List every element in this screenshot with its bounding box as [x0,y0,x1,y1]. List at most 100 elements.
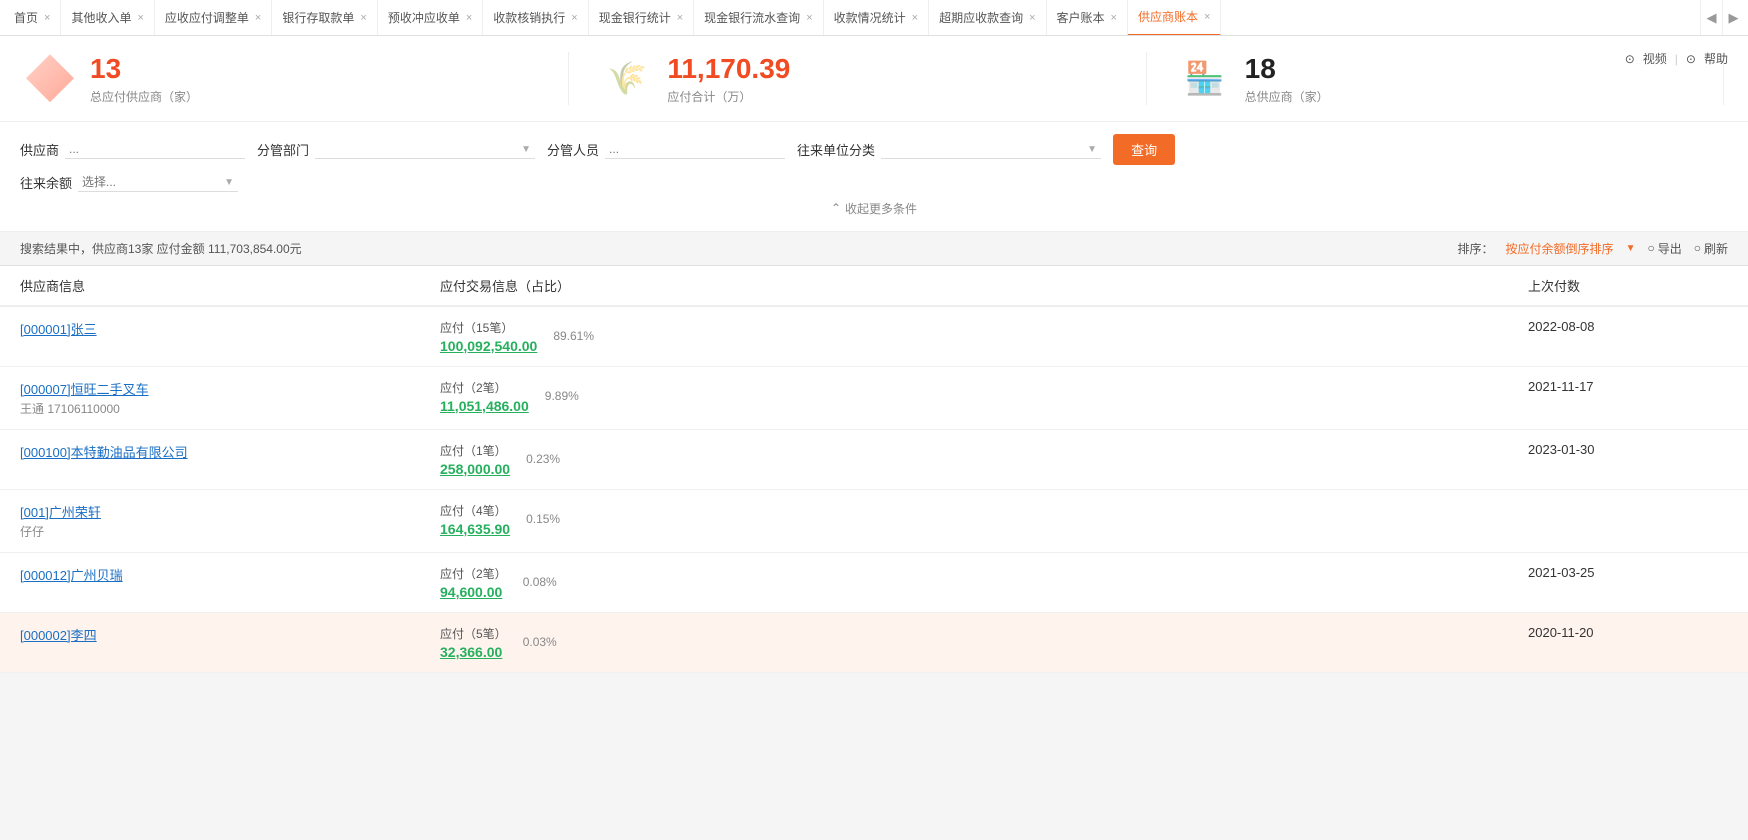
supplier-link-5[interactable]: [000002]李四 [20,628,97,643]
supplier-link-4[interactable]: [000012]广州贝瑞 [20,568,123,583]
refresh-icon: ○ [1694,241,1701,255]
top-right-links: ⊙ 视频 | ⊙ 帮助 [1625,50,1728,67]
col-header-lastpay: 上次付数 [1528,276,1728,295]
query-button[interactable]: 查询 [1113,134,1175,165]
lastpay-cell-0: 2022-08-08 [1528,319,1728,334]
dept-select-wrap: ▼ [315,140,535,159]
sort-chevron-down-icon[interactable]: ▼ [1626,243,1636,254]
summary-card-payable-suppliers: 13 总应付供应商（家） [24,52,569,105]
export-button[interactable]: ○ 导出 [1647,240,1681,257]
table-row: [000002]李四应付（5笔）32,366.000.03%2020-11-20 [0,613,1748,673]
lastpay-cell-1: 2021-11-17 [1528,379,1728,394]
help-icon: ⊙ [1686,52,1696,66]
total-suppliers-label: 总供应商（家） [1245,88,1329,105]
table-row: [000001]张三应付（15笔）100,092,540.0089.61%202… [0,307,1748,367]
nav-right-arrow[interactable]: ▶ [1722,0,1744,36]
nav-tab-cash-bank-stat[interactable]: 现金银行统计× [589,0,694,36]
export-icon: ○ [1647,241,1654,255]
payable-amount-5[interactable]: 32,366.00 [440,644,507,660]
divider: | [1675,52,1678,66]
grain-icon: 🌾 [601,52,653,104]
video-link[interactable]: 视频 [1643,50,1667,67]
tab-close-customer-book[interactable]: × [1111,12,1117,24]
payable-amount-2[interactable]: 258,000.00 [440,461,510,477]
tab-close-ar-ap-adjust[interactable]: × [255,12,261,24]
payable-label-1: 应付（2笔） [440,379,529,396]
supplier-cell-0: [000001]张三 [20,319,440,338]
nav-tab-overdue-ar[interactable]: 超期应收款查询× [929,0,1046,36]
payable-cell-5: 应付（5笔）32,366.000.03% [440,625,1528,660]
nav-tab-receipt-verify[interactable]: 收款核销执行× [483,0,588,36]
nav-tab-bank-deposit[interactable]: 银行存取款单× [272,0,377,36]
tab-close-prepay-offset[interactable]: × [466,12,472,24]
supplier-link-1[interactable]: [000007]恒旺二手叉车 [20,382,149,397]
nav-tab-home[interactable]: 首页× [4,0,61,36]
video-icon: ⊙ [1625,52,1635,66]
supplier-filter-input[interactable] [65,140,245,159]
col-header-supplier: 供应商信息 [20,276,440,295]
balance-select-wrap: ▼ [78,173,238,192]
lastpay-date-2: 2023-01-30 [1528,442,1595,457]
summary-card-total-payable: 🌾 11,170.39 应付合计（万） [569,52,1146,105]
category-filter-input[interactable] [881,140,1101,159]
summary-info-total-payable: 11,170.39 应付合计（万） [667,52,790,105]
summary-info-total-suppliers: 18 总供应商（家） [1245,52,1329,105]
supplier-link-3[interactable]: [001]广州荣轩 [20,505,101,520]
person-filter-input[interactable] [605,140,785,159]
lastpay-cell-5: 2020-11-20 [1528,625,1728,640]
tab-close-cash-bank-query[interactable]: × [806,12,812,24]
filter-dept: 分管部门 ▼ [257,140,535,159]
supplier-cell-4: [000012]广州贝瑞 [20,565,440,584]
tab-close-home[interactable]: × [44,12,50,24]
payable-cell-4: 应付（2笔）94,600.000.08% [440,565,1528,600]
help-link[interactable]: 帮助 [1704,50,1728,67]
result-bar-right: 排序： 按应付余额倒序排序 ▼ ○ 导出 ○ 刷新 [1458,240,1728,257]
payable-pct-2: 0.23% [526,452,560,466]
nav-tab-ar-ap-adjust[interactable]: 应收应付调整单× [155,0,272,36]
payable-amount-0[interactable]: 100,092,540.00 [440,338,537,354]
refresh-button[interactable]: ○ 刷新 [1694,240,1728,257]
filter-area: 供应商 分管部门 ▼ 分管人员 往来单位分类 ▼ 查询 往来余额 [0,122,1748,232]
total-payable-label: 应付合计（万） [667,88,790,105]
diamond-icon [24,52,76,104]
result-bar: 搜索结果中，供应商13家 应付金额 111,703,854.00元 排序： 按应… [0,232,1748,266]
result-text: 搜索结果中，供应商13家 应付金额 111,703,854.00元 [20,240,302,257]
payable-cell-2: 应付（1笔） 258,000.00 0.23% [440,442,1528,477]
tab-close-receipt-stat[interactable]: × [912,12,918,24]
nav-left-arrow[interactable]: ◀ [1700,0,1722,36]
payable-pct-4: 0.08% [523,575,557,589]
table-body: [000001]张三应付（15笔）100,092,540.0089.61%202… [0,307,1748,673]
filter-category: 往来单位分类 ▼ [797,140,1101,159]
tab-close-receipt-verify[interactable]: × [571,12,577,24]
nav-tab-prepay-offset[interactable]: 预收冲应收单× [378,0,483,36]
tab-close-supplier-book[interactable]: × [1204,11,1210,23]
payable-label-5: 应付（5笔） [440,625,507,642]
payable-amount-4[interactable]: 94,600.00 [440,584,507,600]
filter-supplier: 供应商 [20,140,245,159]
tab-close-other-income[interactable]: × [137,12,143,24]
payable-label-2: 应付（1笔） [440,442,510,459]
payable-info-3: 应付（4笔）164,635.90 [440,502,510,537]
payable-amount-1[interactable]: 11,051,486.00 [440,398,529,414]
nav-tab-cash-bank-query[interactable]: 现金银行流水查询× [694,0,823,36]
nav-tab-customer-book[interactable]: 客户账本× [1047,0,1128,36]
supplier-sub-3: 仔仔 [20,523,440,540]
balance-filter-input[interactable] [78,173,238,192]
dept-filter-input[interactable] [315,140,535,159]
payable-pct-1: 9.89% [545,389,579,403]
supplier-link-2[interactable]: [000100]本特勤油品有限公司 [20,445,188,460]
tab-close-cash-bank-stat[interactable]: × [677,12,683,24]
tab-close-overdue-ar[interactable]: × [1029,12,1035,24]
nav-tab-supplier-book[interactable]: 供应商账本× [1128,0,1221,36]
main-scroll[interactable]: 供应商信息 应付交易信息（占比） 上次付数 [000001]张三应付（15笔）1… [0,266,1748,840]
tab-close-bank-deposit[interactable]: × [360,12,366,24]
supplier-link-0[interactable]: [000001]张三 [20,322,97,337]
nav-tab-receipt-stat[interactable]: 收款情况统计× [824,0,929,36]
collapse-button[interactable]: ⌃ 收起更多条件 [831,200,917,217]
sort-value[interactable]: 按应付余额倒序排序 [1506,240,1614,257]
nav-tab-other-income[interactable]: 其他收入单× [61,0,154,36]
payable-pct-0: 89.61% [553,329,594,343]
filter-person: 分管人员 [547,140,785,159]
lastpay-date-4: 2021-03-25 [1528,565,1595,580]
payable-amount-3[interactable]: 164,635.90 [440,521,510,537]
